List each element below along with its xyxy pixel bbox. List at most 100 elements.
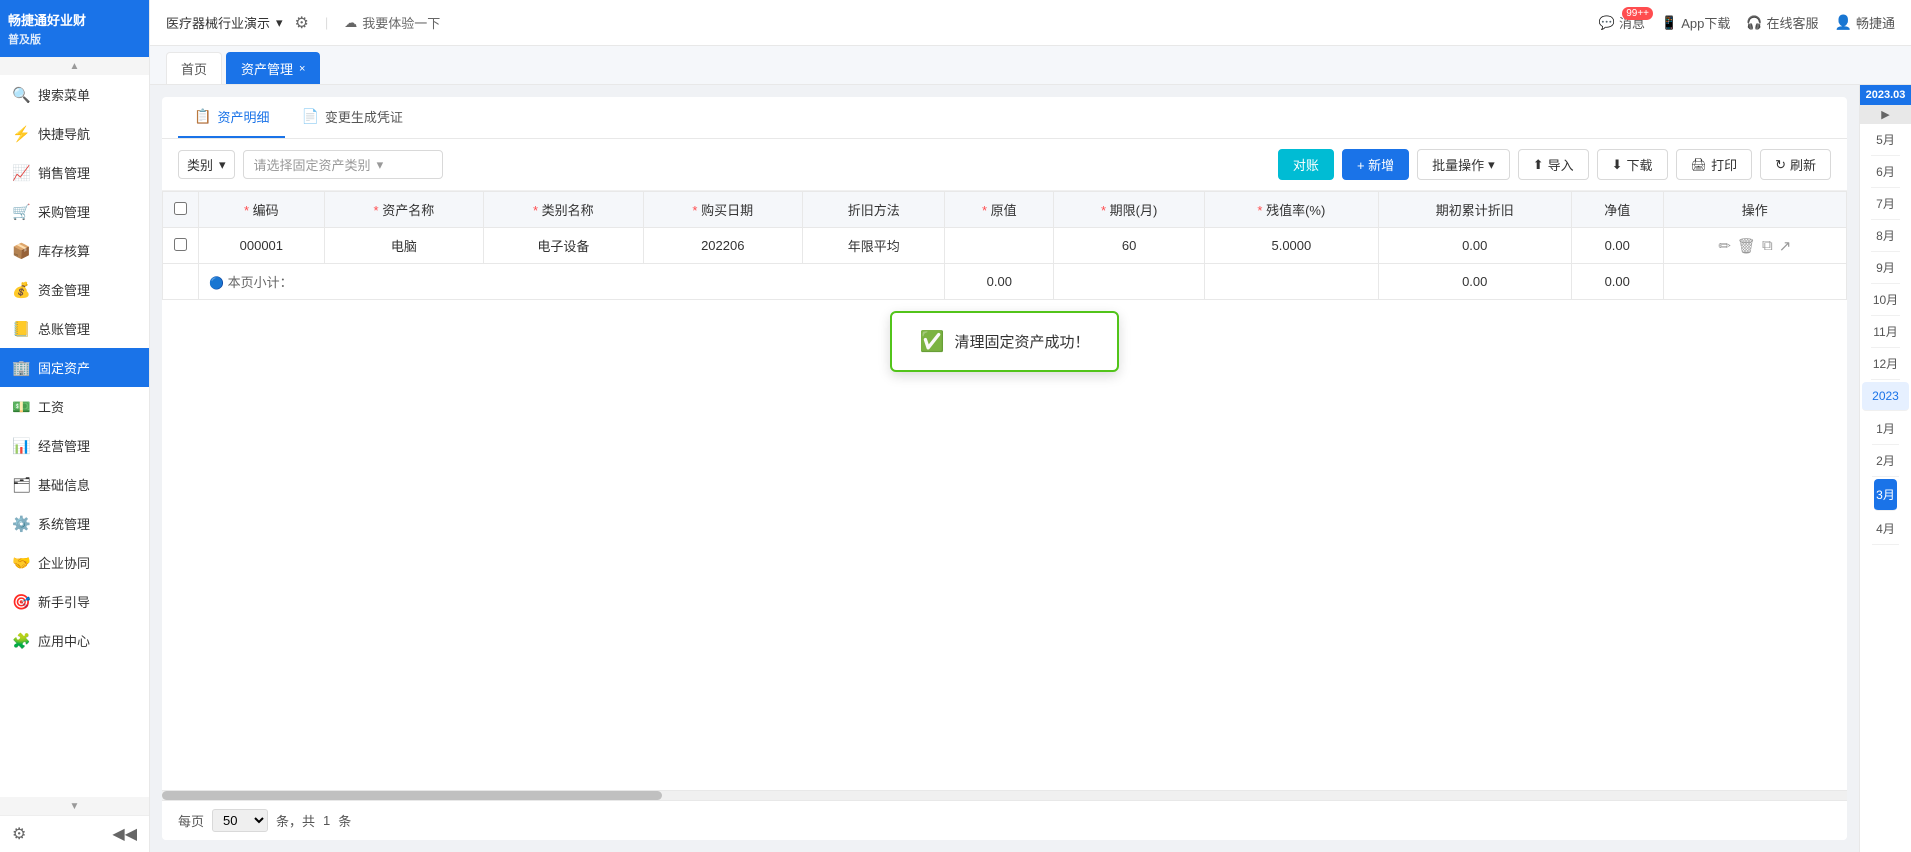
import-button[interactable]: ⬆ 导入 <box>1518 149 1589 180</box>
sidebar-item-应用中心[interactable]: 🧩应用中心 <box>0 621 149 660</box>
calendar-month-4月[interactable]: 4月 <box>1872 513 1899 545</box>
download-button[interactable]: ⬇ 下载 <box>1597 149 1668 180</box>
nav-label-8: 工资 <box>38 397 64 416</box>
sidebar-scroll-down[interactable]: ▼ <box>0 797 149 815</box>
collapse-icon[interactable]: ◀◀ <box>112 824 137 844</box>
subtotal-actions <box>1663 264 1846 300</box>
tab-首页[interactable]: 首页 <box>166 52 222 84</box>
sidebar-scroll-up[interactable]: ▲ <box>0 57 149 75</box>
messages-button[interactable]: 💬 消息 99+ <box>1599 13 1645 32</box>
sidebar-item-系统管理[interactable]: ⚙️系统管理 <box>0 504 149 543</box>
sidebar: 畅捷通好业财 普及版 ▲ 🔍搜索菜单⚡快捷导航📈销售管理🛒采购管理📦库存核算💰资… <box>0 0 150 852</box>
subtotal-net: 0.00 <box>1571 264 1663 300</box>
topbar: 医疗器械行业演示 ▾ ⚙ | ☁ 我要体验一下 💬 消息 99+ 📱 App下载… <box>150 0 1911 46</box>
nav-label-0: 搜索菜单 <box>38 85 90 104</box>
calendar-month-7月[interactable]: 7月 <box>1871 188 1900 220</box>
topbar-right: 💬 消息 99+ 📱 App下载 🎧 在线客服 👤 畅捷通 <box>1599 13 1895 32</box>
nav-icon-10: 🗂 <box>12 476 30 494</box>
category-filter[interactable]: 请选择固定资产类别 ▾ <box>243 150 443 179</box>
row-actions-0: ✏ 🗑 ⧉ ↗ <box>1663 228 1846 264</box>
app-download-label: App下载 <box>1681 13 1730 32</box>
sidebar-item-总账管理[interactable]: 📒 总账管理 <box>0 309 149 348</box>
sidebar-item-新手引导[interactable]: 🎯新手引导 <box>0 582 149 621</box>
calendar-toggle[interactable]: ▶ <box>1860 105 1911 124</box>
calendar-month-1月[interactable]: 1月 <box>1872 413 1899 445</box>
edit-icon-0[interactable]: ✏ <box>1718 237 1731 255</box>
calendar-year-label[interactable]: 2023 <box>1862 382 1909 411</box>
row-residual-rate-0: 5.0000 <box>1205 228 1378 264</box>
more-icon-0[interactable]: ↗ <box>1779 237 1792 255</box>
app-download-button[interactable]: 📱 App下载 <box>1661 13 1730 32</box>
select-all-header[interactable] <box>163 192 199 228</box>
scrollbar-thumb[interactable] <box>162 791 662 800</box>
refresh-button[interactable]: ↻ 刷新 <box>1760 149 1831 180</box>
sidebar-item-快捷导航[interactable]: ⚡快捷导航 <box>0 114 149 153</box>
sidebar-item-采购管理[interactable]: 🛒采购管理 <box>0 192 149 231</box>
sub-tab-label-0: 资产明细 <box>217 107 269 126</box>
topbar-settings-icon[interactable]: ⚙ <box>295 13 309 33</box>
import-icon: ⬆ <box>1533 157 1544 173</box>
category-placeholder: 请选择固定资产类别 <box>254 155 371 174</box>
sidebar-item-库存核算[interactable]: 📦库存核算 <box>0 231 149 270</box>
sidebar-item-经营管理[interactable]: 📊经营管理 <box>0 426 149 465</box>
delete-icon-0[interactable]: 🗑 <box>1737 237 1756 255</box>
nav-label-12: 企业协同 <box>38 553 90 572</box>
category-select-wrapper[interactable]: 类别 ▾ <box>178 150 235 179</box>
print-label: 打印 <box>1711 155 1737 174</box>
experience-button[interactable]: ☁ 我要体验一下 <box>344 13 440 32</box>
sidebar-item-搜索菜单[interactable]: 🔍搜索菜单 <box>0 75 149 114</box>
subtotal-empty2 <box>1205 264 1378 300</box>
new-button[interactable]: + 新增 <box>1342 149 1409 180</box>
print-button[interactable]: 🖨 打印 <box>1676 149 1753 180</box>
sidebar-item-固定资产[interactable]: 🏢固定资产 <box>0 348 149 387</box>
sidebar-item-工资[interactable]: 💵工资 <box>0 387 149 426</box>
sub-tab-变更生成凭证[interactable]: 📄变更生成凭证 <box>285 97 418 138</box>
tab-close-1[interactable]: × <box>299 63 305 75</box>
settings-icon[interactable]: ⚙ <box>12 824 26 844</box>
sidebar-item-资金管理[interactable]: 💰资金管理 <box>0 270 149 309</box>
calendar-month-3月[interactable]: 3月 <box>1874 479 1897 511</box>
toolbar-right: 对账 + 新增 批量操作 ▾ ⬆ 导入 ⬇ 下载 <box>1278 149 1831 180</box>
batch-ops-button[interactable]: 批量操作 ▾ <box>1417 149 1510 180</box>
nav-icon-6: 📒 <box>12 320 30 338</box>
nav-label-6: 总账管理 <box>38 319 90 338</box>
calendar-month-10月[interactable]: 10月 <box>1871 284 1900 316</box>
company-selector[interactable]: 医疗器械行业演示 ▾ <box>166 13 283 32</box>
nav-label-9: 经营管理 <box>38 436 90 455</box>
row-checkbox-0[interactable] <box>174 238 187 251</box>
reconcile-button[interactable]: 对账 <box>1278 149 1334 180</box>
calendar-month-2月[interactable]: 2月 <box>1872 445 1899 477</box>
category-label: 类别 <box>187 155 213 174</box>
nav-icon-11: ⚙️ <box>12 515 30 533</box>
user-menu[interactable]: 👤 畅捷通 <box>1835 13 1895 32</box>
category-arrow-icon: ▾ <box>377 157 384 173</box>
copy-icon-0[interactable]: ⧉ <box>1762 237 1773 254</box>
service-icon: 🎧 <box>1746 15 1762 31</box>
calendar-month-6月[interactable]: 6月 <box>1871 156 1900 188</box>
row-checkbox-cell-0[interactable] <box>163 228 199 264</box>
calendar-month-8月[interactable]: 8月 <box>1871 220 1900 252</box>
col-initial-accumulated: 期初累计折旧 <box>1378 192 1571 228</box>
select-all-checkbox[interactable] <box>174 202 187 215</box>
row-purchase-date-0: 202206 <box>643 228 802 264</box>
row-original-value-0 <box>945 228 1054 264</box>
tab-资产管理[interactable]: 资产管理× <box>226 52 320 84</box>
online-service-button[interactable]: 🎧 在线客服 <box>1746 13 1818 32</box>
calendar-month-5月[interactable]: 5月 <box>1871 124 1900 156</box>
col-purchase-date: 购买日期 <box>643 192 802 228</box>
sidebar-nav: 🔍搜索菜单⚡快捷导航📈销售管理🛒采购管理📦库存核算💰资金管理 📒 总账管理 🏢固定资产… <box>0 75 149 797</box>
subtotal-check <box>163 264 199 300</box>
messages-badge: 99+ <box>1622 7 1653 20</box>
sub-tab-资产明细[interactable]: 📋资产明细 <box>178 97 285 138</box>
calendar-month-9月[interactable]: 9月 <box>1871 252 1900 284</box>
calendar-month-12月[interactable]: 12月 <box>1871 348 1900 380</box>
online-service-label: 在线客服 <box>1767 13 1819 32</box>
horizontal-scrollbar[interactable] <box>162 790 1847 800</box>
sidebar-item-企业协同[interactable]: 🤝企业协同 <box>0 543 149 582</box>
col-net-value: 净值 <box>1571 192 1663 228</box>
sidebar-item-基础信息[interactable]: 🗂基础信息 <box>0 465 149 504</box>
sidebar-item-销售管理[interactable]: 📈销售管理 <box>0 153 149 192</box>
row-name-0: 电脑 <box>324 228 483 264</box>
calendar-month-11月[interactable]: 11月 <box>1871 316 1900 348</box>
per-page-select[interactable]: 50 100 <box>212 809 268 832</box>
